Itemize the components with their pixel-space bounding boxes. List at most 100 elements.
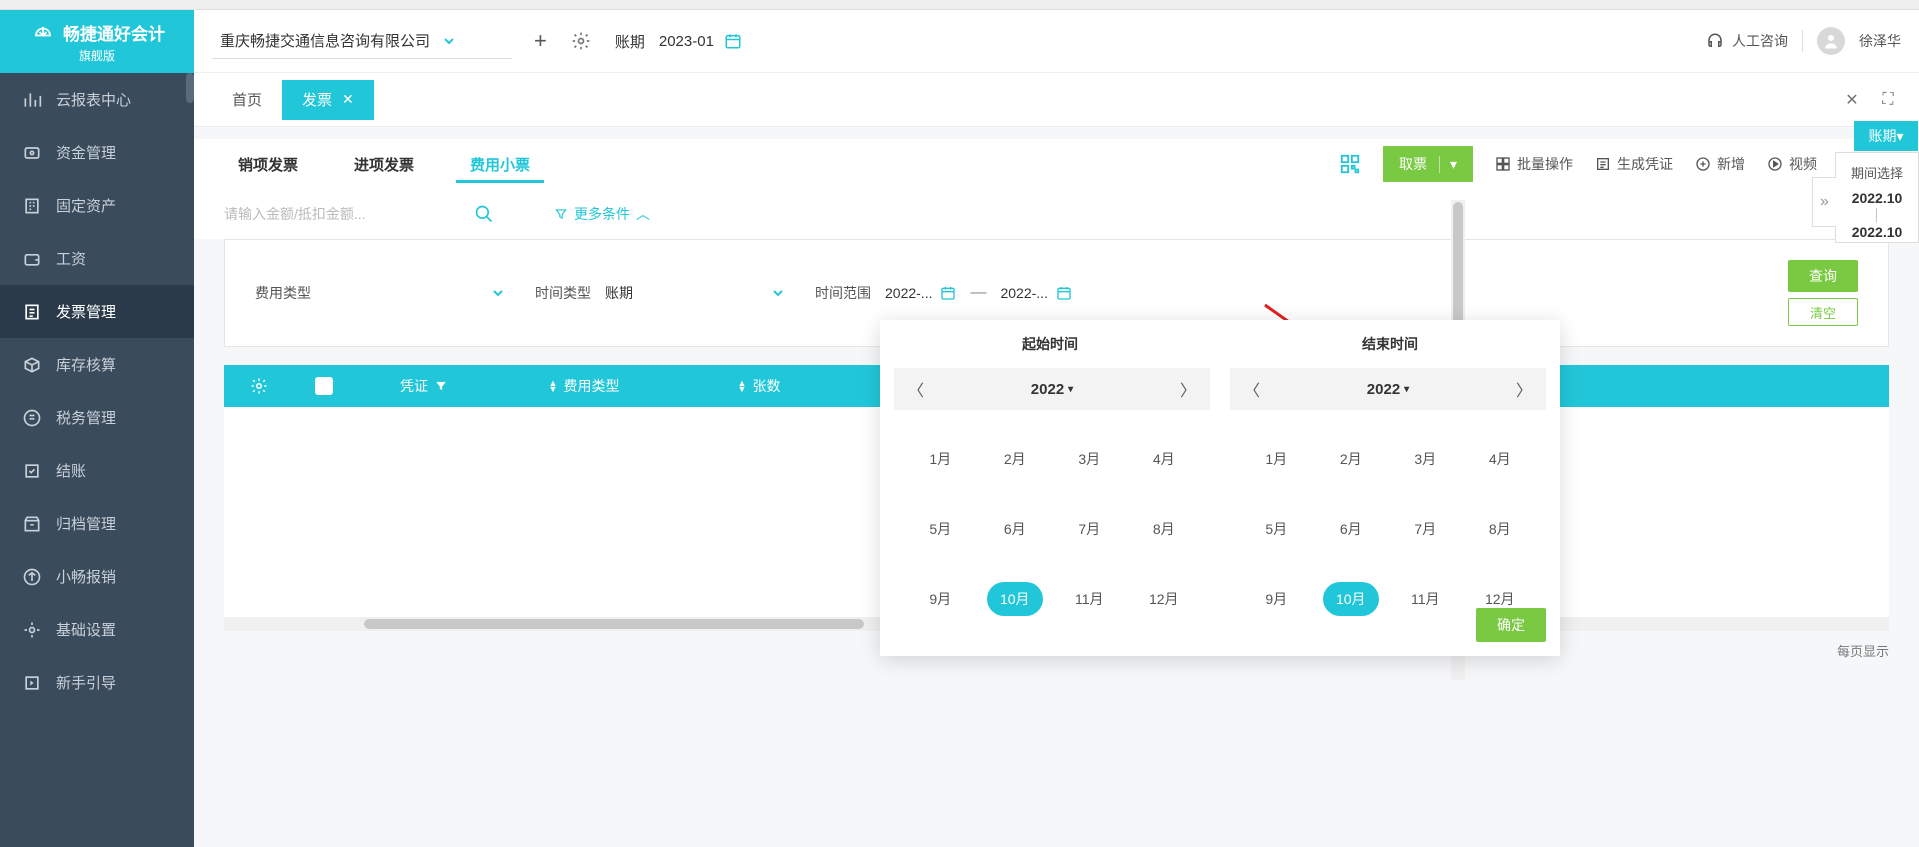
month-cell[interactable]: 5月: [1244, 512, 1309, 546]
month-cell[interactable]: 3月: [1057, 442, 1122, 476]
month-cell[interactable]: 6月: [983, 512, 1048, 546]
th-voucher[interactable]: 凭证: [354, 376, 494, 396]
month-cell[interactable]: 11月: [1057, 582, 1122, 616]
month-cell[interactable]: 8月: [1132, 512, 1197, 546]
th-settings[interactable]: [224, 377, 294, 395]
th-expense-type[interactable]: ▲▼ 费用类型: [494, 376, 674, 396]
prev-year-button[interactable]: 〈: [1244, 377, 1260, 401]
nav-item-wallet[interactable]: 工资: [0, 232, 194, 285]
expense-type-label: 费用类型: [255, 283, 311, 303]
checkbox[interactable]: [315, 377, 333, 395]
nav-item-stock[interactable]: 库存核算: [0, 338, 194, 391]
chart-icon: [22, 90, 42, 110]
month-cell[interactable]: 4月: [1468, 442, 1533, 476]
gear-icon[interactable]: [571, 31, 591, 51]
nav-item-reimburse[interactable]: 小畅报销: [0, 550, 194, 603]
month-cell[interactable]: 7月: [1057, 512, 1122, 546]
month-cell[interactable]: 6月: [1319, 512, 1384, 546]
month-cell[interactable]: 7月: [1393, 512, 1458, 546]
clear-button[interactable]: 清空: [1788, 298, 1858, 326]
month-cell[interactable]: 1月: [908, 442, 973, 476]
filter-icon: [434, 379, 448, 393]
subtab-2[interactable]: 费用小票: [456, 139, 544, 189]
month-cell[interactable]: 2月: [983, 442, 1048, 476]
subtab-0[interactable]: 销项发票: [224, 139, 312, 189]
amount-search-input[interactable]: [224, 206, 464, 222]
qrcode-icon[interactable]: [1339, 153, 1361, 175]
expense-type-select[interactable]: [325, 277, 505, 309]
month-cell[interactable]: 4月: [1132, 442, 1197, 476]
side-period-button[interactable]: 账期 ▾: [1854, 121, 1918, 151]
month-cell[interactable]: 10月: [1323, 582, 1379, 616]
scrollbar-thumb[interactable]: [364, 619, 864, 629]
sidebar-scrollbar[interactable]: [186, 73, 194, 103]
th-count[interactable]: ▲▼ 张数: [674, 376, 844, 396]
period-label: 账期: [615, 31, 645, 52]
start-date-input[interactable]: 2022-...: [885, 285, 956, 301]
archive-icon: [22, 514, 42, 534]
nav-item-tax[interactable]: 税务管理: [0, 391, 194, 444]
user-icon: [1822, 32, 1840, 50]
nav-item-chart[interactable]: 云报表中心: [0, 73, 194, 126]
reimburse-icon: [22, 567, 42, 587]
nav-item-invoice[interactable]: 发票管理: [0, 285, 194, 338]
side-period-toggle[interactable]: »: [1812, 177, 1836, 227]
popup-end-title: 结束时间: [1220, 320, 1560, 368]
month-cell[interactable]: 9月: [908, 582, 973, 616]
gen-voucher-label: 生成凭证: [1617, 154, 1673, 174]
expand-icon[interactable]: ⛶: [1875, 87, 1901, 113]
fetch-invoice-button[interactable]: 取票 ▾: [1383, 146, 1473, 182]
sidebar: 畅捷通好会计 旗舰版 云报表中心资金管理固定资产工资发票管理库存核算税务管理结账…: [0, 10, 194, 847]
th-type-label: 费用类型: [563, 376, 619, 396]
confirm-button[interactable]: 确定: [1476, 608, 1546, 642]
month-cell[interactable]: 5月: [908, 512, 973, 546]
add-link[interactable]: 新增: [1695, 154, 1745, 174]
divider: [1802, 30, 1803, 52]
subtab-1[interactable]: 进项发票: [340, 139, 428, 189]
time-range-group: 时间范围 2022-... — 2022-...: [815, 283, 1072, 303]
year-selector[interactable]: 2022▾: [1031, 381, 1073, 398]
company-selector[interactable]: 重庆畅捷交通信息咨询有限公司: [212, 23, 512, 59]
video-link[interactable]: 视频: [1767, 154, 1817, 174]
nav-item-archive[interactable]: 归档管理: [0, 497, 194, 550]
side-period-to[interactable]: 2022.10: [1836, 222, 1918, 242]
nav-item-money[interactable]: 资金管理: [0, 126, 194, 179]
nav-item-guide[interactable]: 新手引导: [0, 656, 194, 709]
date-range-popup: 起始时间 结束时间 〈 2022▾ 〉 1月2月3月4月5月6月7月8月9月10…: [880, 320, 1560, 656]
plus-icon[interactable]: +: [534, 28, 547, 54]
month-cell[interactable]: 10月: [987, 582, 1043, 616]
month-cell[interactable]: 2月: [1319, 442, 1384, 476]
prev-year-button[interactable]: 〈: [908, 377, 924, 401]
month-cell[interactable]: 8月: [1468, 512, 1533, 546]
month-cell[interactable]: 9月: [1244, 582, 1309, 616]
end-date-input[interactable]: 2022-...: [1000, 285, 1071, 301]
close-icon[interactable]: ✕: [342, 91, 354, 108]
next-year-button[interactable]: 〉: [1180, 377, 1196, 401]
month-cell[interactable]: 1月: [1244, 442, 1309, 476]
year-selector[interactable]: 2022▾: [1367, 381, 1409, 398]
month-cell[interactable]: 3月: [1393, 442, 1458, 476]
avatar[interactable]: [1817, 27, 1845, 55]
tab-0[interactable]: 首页: [212, 80, 282, 120]
tab-1[interactable]: 发票✕: [282, 80, 374, 120]
nav-item-close-acct[interactable]: 结账: [0, 444, 194, 497]
more-conditions-toggle[interactable]: 更多条件 ︿: [554, 204, 650, 224]
month-cell[interactable]: 11月: [1393, 582, 1458, 616]
time-type-select[interactable]: 账期: [605, 277, 785, 309]
consult-link[interactable]: 人工咨询: [1706, 31, 1788, 51]
batch-ops-link[interactable]: 批量操作: [1495, 154, 1573, 174]
gen-voucher-link[interactable]: 生成凭证: [1595, 154, 1673, 174]
search-icon[interactable]: [474, 204, 494, 224]
gear-icon: [250, 377, 268, 395]
close-all-tabs[interactable]: ✕: [1839, 87, 1865, 113]
nav-item-building[interactable]: 固定资产: [0, 179, 194, 232]
side-period-from[interactable]: 2022.10: [1836, 188, 1918, 208]
stock-icon: [22, 355, 42, 375]
month-cell[interactable]: 12月: [1132, 582, 1197, 616]
th-checkbox[interactable]: [294, 377, 354, 395]
nav-item-settings[interactable]: 基础设置: [0, 603, 194, 656]
next-year-button[interactable]: 〉: [1516, 377, 1532, 401]
search-button[interactable]: 查询: [1788, 260, 1858, 292]
headset-icon: [1706, 32, 1724, 50]
calendar-icon[interactable]: [724, 32, 742, 50]
